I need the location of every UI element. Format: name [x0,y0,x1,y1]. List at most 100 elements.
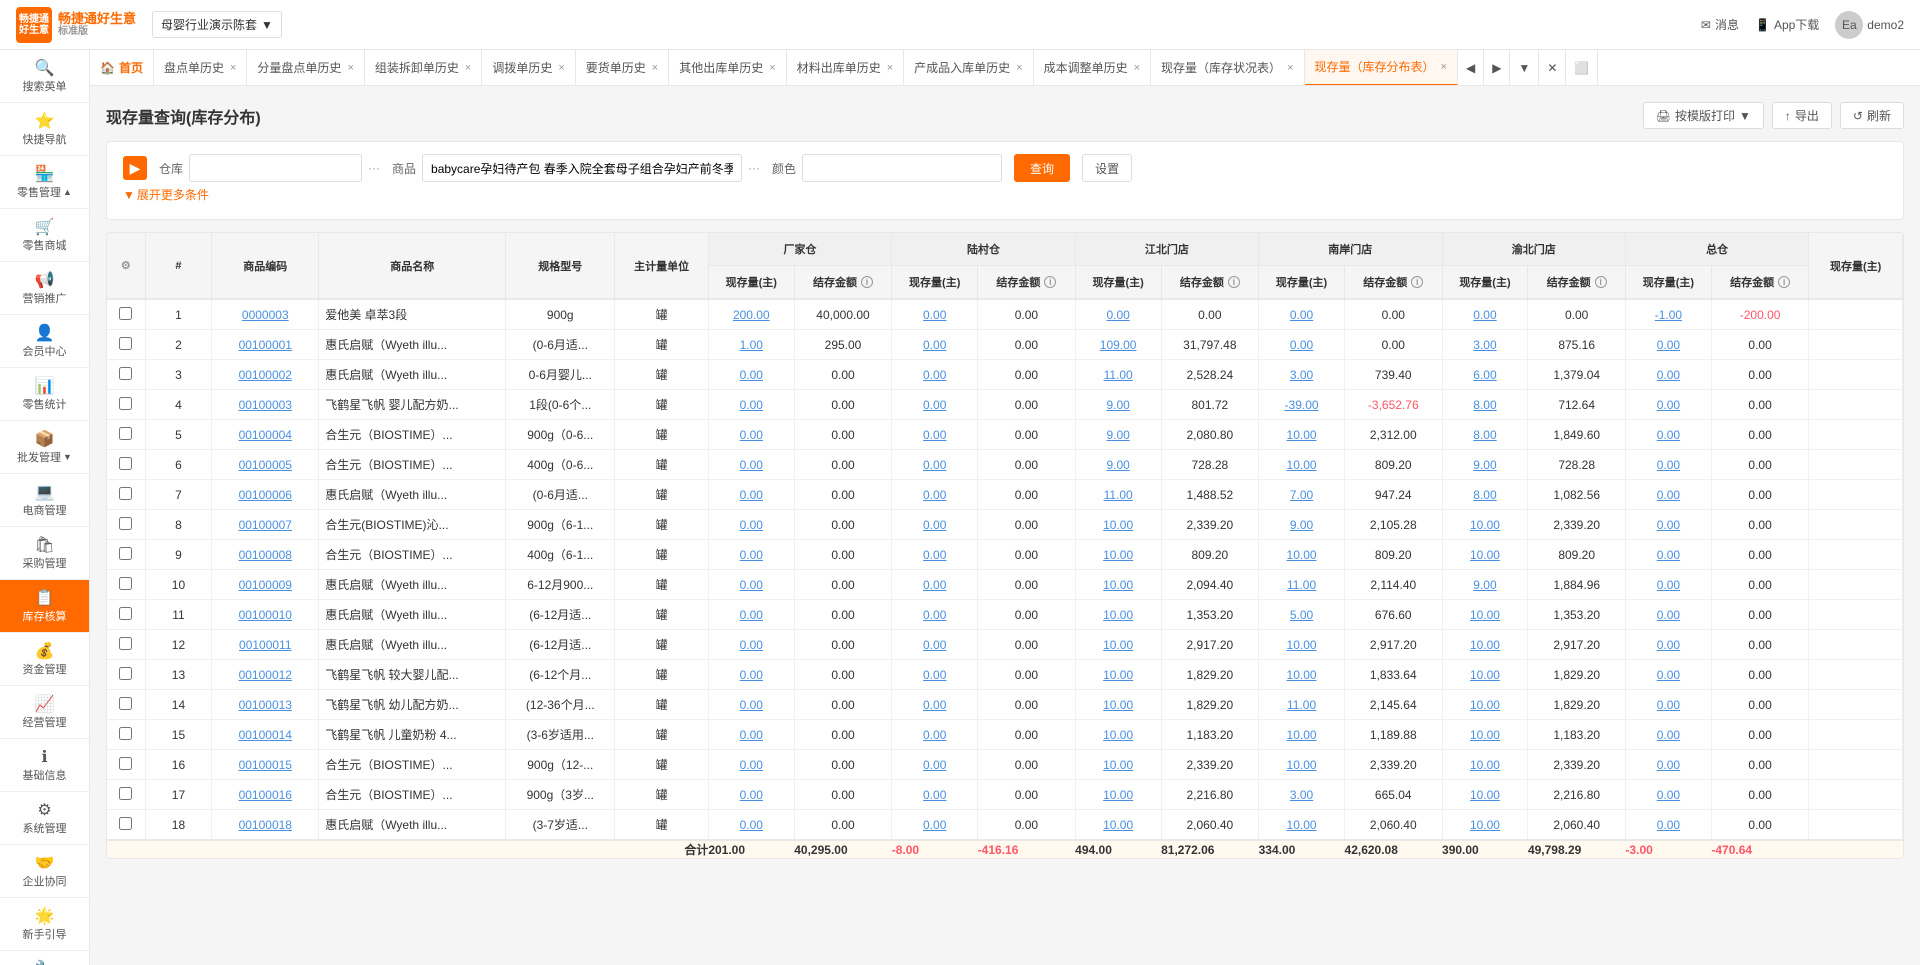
sidebar-item-retail-store[interactable]: 🛒 零售商城 [0,209,89,262]
message-btn[interactable]: ✉ 消息 [1701,16,1739,33]
tab-material-out[interactable]: 材料出库单历史 × [787,50,904,86]
tab-transfer[interactable]: 调拨单历史 × [482,50,575,86]
tab-stock-dist[interactable]: 现存量（库存分布表） × [1305,50,1458,86]
row-checkbox[interactable] [107,690,145,720]
sidebar-item-guide[interactable]: 🌟 新手引导 [0,898,89,951]
color-input[interactable] [802,154,1002,182]
sidebar-item-purchase[interactable]: 🛍 采购管理 [0,527,89,580]
row-checkbox[interactable] [107,630,145,660]
row-yb-qty: 9.00 [1442,450,1528,480]
export-btn[interactable]: ↑ 导出 [1772,102,1832,129]
row-checkbox[interactable] [107,780,145,810]
row-code: 00100003 [212,390,319,420]
row-checkbox[interactable] [107,600,145,630]
tab-close-cost-adjust[interactable]: × [1134,62,1140,74]
tab-other-out[interactable]: 其他出库单历史 × [669,50,786,86]
user-profile[interactable]: Ea demo2 [1835,11,1904,39]
sidebar-item-inventory[interactable]: 📋 库存核算 [0,580,89,633]
row-checkbox[interactable] [107,570,145,600]
warehouse-dots-btn[interactable]: ··· [368,161,380,175]
row-checkbox[interactable] [107,360,145,390]
sidebar-item-member[interactable]: 👤 会员中心 [0,315,89,368]
sidebar-item-ecommerce[interactable]: 💻 电商管理 [0,474,89,527]
settings-btn[interactable]: 设置 [1082,154,1132,182]
tabs-next-btn[interactable]: ▶ [1484,50,1510,86]
row-jb-qty: 109.00 [1075,330,1161,360]
goods-input[interactable] [422,154,742,182]
refresh-icon: ↺ [1853,109,1863,123]
sidebar-item-basic[interactable]: ℹ 基础信息 [0,739,89,792]
row-jb-qty: 11.00 [1075,480,1161,510]
sidebar-item-shortcut[interactable]: ⭐ 快捷导航 [0,103,89,156]
row-checkbox[interactable] [107,510,145,540]
tab-inventory-split[interactable]: 分量盘点单历史 × [247,50,364,86]
tab-close-production-in[interactable]: × [1016,62,1022,74]
tab-stock-status[interactable]: 现存量（库存状况表） × [1151,50,1304,86]
info-icon-5[interactable]: i [1595,276,1607,288]
row-checkbox[interactable] [107,420,145,450]
tab-close-inventory-split[interactable]: × [347,62,353,74]
tab-home[interactable]: 🏠 首页 [90,50,154,86]
refresh-btn[interactable]: ↺ 刷新 [1840,102,1904,129]
row-checkbox[interactable] [107,480,145,510]
sidebar-item-marketing[interactable]: 📢 营销推广 [0,262,89,315]
row-checkbox[interactable] [107,750,145,780]
th-jb-qty: 现存量(主) [1075,266,1161,300]
query-btn[interactable]: 查询 [1014,154,1070,182]
row-na-amt: 1,189.88 [1345,720,1443,750]
sidebar-item-finance[interactable]: 💰 资金管理 [0,633,89,686]
row-checkbox[interactable] [107,450,145,480]
table-row: 6 00100005 合生元（BIOSTIME）... 400g（0-6... … [107,450,1903,480]
goods-dots-btn[interactable]: ··· [748,161,760,175]
row-checkbox[interactable] [107,299,145,330]
tab-close-stock-dist[interactable]: × [1441,61,1447,73]
info-icon-3[interactable]: i [1228,276,1240,288]
sidebar-item-enterprise[interactable]: 🤝 企业协同 [0,845,89,898]
row-checkbox[interactable] [107,720,145,750]
info-icon-1[interactable]: i [861,276,873,288]
info-icon-6[interactable]: i [1778,276,1790,288]
sidebar-item-retail-mgmt[interactable]: 🏪 零售管理 ▲ [0,156,89,209]
row-name: 合生元(BIOSTIME)沁... [319,510,506,540]
warehouse-input[interactable] [189,154,362,182]
collapse-btn[interactable]: ▶ [123,156,147,180]
row-checkbox[interactable] [107,540,145,570]
row-checkbox[interactable] [107,330,145,360]
row-code: 00100018 [212,810,319,841]
tab-close-other-out[interactable]: × [769,62,775,74]
row-checkbox[interactable] [107,810,145,841]
tab-production-in[interactable]: 产成品入库单历史 × [904,50,1033,86]
tab-close-assembly[interactable]: × [465,62,471,74]
sidebar-item-operations[interactable]: 📈 经营管理 [0,686,89,739]
tab-close-inventory-single[interactable]: × [230,62,236,74]
print-btn[interactable]: 🖨 按模版打印 ▼ [1643,102,1764,129]
info-icon-4[interactable]: i [1411,276,1423,288]
tabs-menu-btn[interactable]: ▼ [1510,50,1539,86]
tab-close-transfer[interactable]: × [558,62,564,74]
expand-btn[interactable]: ▼ 展开更多条件 [123,186,1887,203]
tab-cost-adjust[interactable]: 成本调整单历史 × [1034,50,1151,86]
tab-assembly[interactable]: 组装拆卸单历史 × [365,50,482,86]
tab-inventory-single[interactable]: 盘点单历史 × [154,50,247,86]
sidebar-item-search[interactable]: 🔍 搜索英单 [0,50,89,103]
sidebar-item-wholesale[interactable]: 📦 批发管理 ▼ [0,421,89,474]
sidebar-item-retail-stats[interactable]: 📊 零售统计 [0,368,89,421]
row-checkbox[interactable] [107,660,145,690]
info-icon-2[interactable]: i [1044,276,1056,288]
row-sl-amt: 0.00 [978,570,1076,600]
tab-close-material-out[interactable]: × [887,62,893,74]
tab-close-stock-status[interactable]: × [1287,62,1293,74]
tab-close-requisition[interactable]: × [652,62,658,74]
row-code: 00100010 [212,600,319,630]
sidebar-item-app-center[interactable]: 🔧 应用中心 [0,951,89,965]
tabs-bar: 🏠 首页 盘点单历史 × 分量盘点单历史 × 组装拆卸单历史 × 调拨单历史 ×… [90,50,1920,86]
gear-icon[interactable]: ⚙ [118,258,134,274]
industry-selector[interactable]: 母婴行业演示陈套 ▼ [152,11,282,38]
tabs-prev-btn[interactable]: ◀ [1458,50,1484,86]
sidebar-item-system[interactable]: ⚙ 系统管理 [0,792,89,845]
row-checkbox[interactable] [107,390,145,420]
app-download-btn[interactable]: 📱 App下载 [1755,16,1819,33]
tabs-maximize-btn[interactable]: ⬜ [1566,50,1598,86]
tab-requisition[interactable]: 要货单历史 × [576,50,669,86]
tabs-close-all-btn[interactable]: ✕ [1539,50,1566,86]
